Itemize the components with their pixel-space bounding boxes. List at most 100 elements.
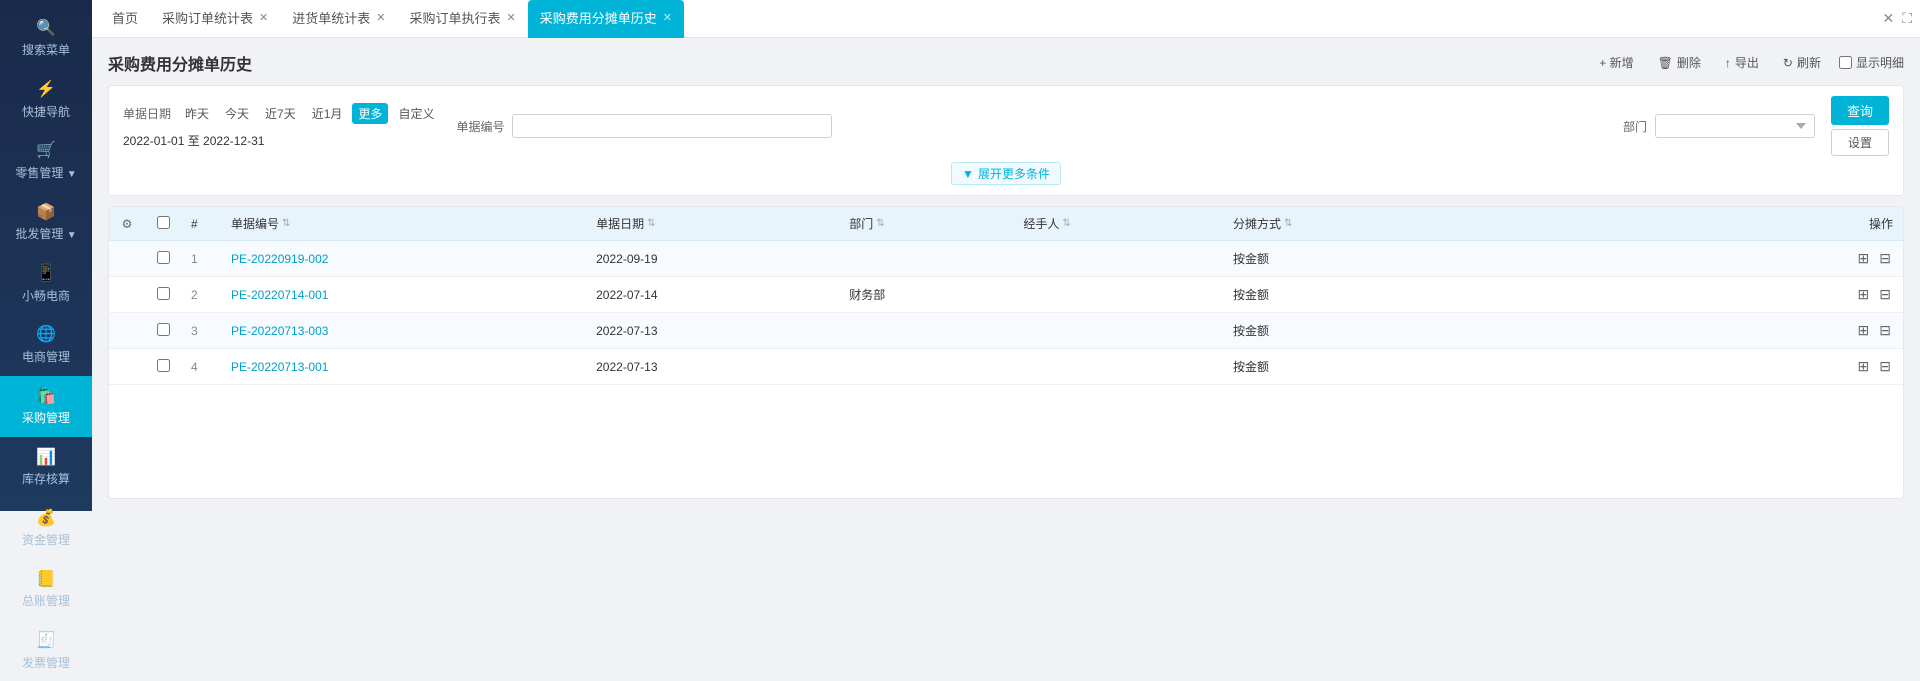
add-button[interactable]: + 新增 [1593,50,1639,75]
sidebar-item-finance[interactable]: 💰资金管理 [0,498,92,559]
select-all-checkbox[interactable] [157,216,170,229]
sidebar-item-search[interactable]: 🔍搜索菜单 [0,8,92,69]
row-ops-2: ⊞ ⊟ [1823,313,1903,349]
doc-num-label: 单据编号 [456,118,504,135]
table-body: 1 PE-20220919-002 2022-09-19 按金额 ⊞ ⊟ 2 P… [109,241,1903,385]
date-more[interactable]: 更多 [352,103,388,124]
row-checkbox-1[interactable] [145,277,181,313]
maximize-button[interactable]: ⛶ [1902,10,1912,27]
row-more-btn-1[interactable]: ⊟ [1877,284,1893,305]
sidebar-item-inventory[interactable]: 📊库存核算 [0,437,92,498]
row-doc-no-2[interactable]: PE-20220713-003 [221,313,586,349]
dept-sort-icon: ⇅ [876,218,884,229]
row-gear-0 [109,241,145,277]
tab-purchase-cost[interactable]: 采购费用分摊单历史 ✕ [528,0,684,38]
row-handler-2 [1013,313,1223,349]
sidebar-item-ledger[interactable]: 📒总账管理 [0,559,92,620]
tab-bar: 首页采购订单统计表✕进货单统计表✕采购订单执行表✕采购费用分摊单历史✕ ✕ ⛶ [92,0,1920,38]
tab-close-purchase-order-exec[interactable]: ✕ [507,11,516,24]
filter-actions: 查询 设置 [1831,96,1889,156]
row-doc-date-2: 2022-07-13 [586,313,839,349]
date-options: 昨天 今天 近7天 近1月 更多 自定义 [179,103,440,124]
sidebar-item-invoice[interactable]: 🧾发票管理 [0,620,92,681]
dept-label: 部门 [1623,118,1647,135]
row-view-btn-3[interactable]: ⊞ [1856,356,1872,377]
row-dept-1: 财务部 [839,277,1013,313]
tab-close-purchase-cost[interactable]: ✕ [663,11,672,24]
sidebar-item-wholesale[interactable]: 📦批发管理 ▼ [0,192,92,253]
sidebar-item-purchase[interactable]: 🛍️采购管理 [0,376,92,437]
row-dept-0 [839,241,1013,277]
sidebar-item-mobile[interactable]: 📱小畅电商 [0,253,92,314]
doc-num-filter: 单据编号 [456,114,1607,138]
row-num-0: 1 [181,241,221,277]
sidebar-item-ecommerce[interactable]: 🌐电商管理 [0,314,92,375]
table-row: 3 PE-20220713-003 2022-07-13 按金额 ⊞ ⊟ [109,313,1903,349]
tab-purchase-order-stat[interactable]: 采购订单统计表✕ [150,0,280,38]
row-view-btn-1[interactable]: ⊞ [1856,284,1872,305]
dept-filter: 部门 财务部 销售部 采购部 [1623,114,1815,138]
refresh-icon: ↻ [1783,56,1793,70]
row-check-0[interactable] [157,251,170,264]
row-check-2[interactable] [157,323,170,336]
date-range-display[interactable]: 2022-01-01 至 2022-12-31 [123,132,440,149]
row-view-btn-2[interactable]: ⊞ [1856,320,1872,341]
row-doc-no-0[interactable]: PE-20220919-002 [221,241,586,277]
row-more-btn-2[interactable]: ⊟ [1877,320,1893,341]
show-columns-checkbox[interactable] [1839,56,1852,69]
tab-close-stock-stat[interactable]: ✕ [376,11,385,24]
show-columns-toggle[interactable]: 显示明细 [1839,54,1904,71]
tab-purchase-order-exec[interactable]: 采购订单执行表✕ [397,0,527,38]
dept-column-header[interactable]: 部门 ⇅ [839,207,1013,241]
date-1month[interactable]: 近1月 [306,103,349,124]
expand-more-button[interactable]: ▼ 展开更多条件 [951,162,1061,185]
split-method-column-header[interactable]: 分摊方式 ⇅ [1223,207,1823,241]
data-table-wrap: ⚙ # 单据编号 ⇅ 单据日期 [108,206,1904,499]
tab-label-stock-stat: 进货单统计表 [292,8,370,27]
mobile-icon: 📱 [4,263,88,285]
settings-button[interactable]: 设置 [1831,129,1889,156]
row-ops-1: ⊞ ⊟ [1823,277,1903,313]
date-custom[interactable]: 自定义 [392,103,440,124]
query-button[interactable]: 查询 [1831,96,1889,125]
export-button[interactable]: ↑ 导出 [1719,50,1765,75]
date-7days[interactable]: 近7天 [259,103,302,124]
tab-home[interactable]: 首页 [100,0,150,38]
date-today[interactable]: 今天 [219,103,255,124]
tab-label-purchase-cost: 采购费用分摊单历史 [540,8,657,27]
gear-column-header[interactable]: ⚙ [109,207,145,241]
row-checkbox-0[interactable] [145,241,181,277]
row-doc-no-3[interactable]: PE-20220713-001 [221,349,586,385]
invoice-icon: 🧾 [4,630,88,652]
row-doc-date-1: 2022-07-14 [586,277,839,313]
row-more-btn-3[interactable]: ⊟ [1877,356,1893,377]
doc-no-column-header[interactable]: 单据编号 ⇅ [221,207,586,241]
doc-date-column-header[interactable]: 单据日期 ⇅ [586,207,839,241]
row-gear-3 [109,349,145,385]
row-checkbox-3[interactable] [145,349,181,385]
row-doc-no-1[interactable]: PE-20220714-001 [221,277,586,313]
row-checkbox-2[interactable] [145,313,181,349]
close-button[interactable]: ✕ [1882,10,1894,27]
dept-select[interactable]: 财务部 销售部 采购部 [1655,114,1815,138]
row-check-1[interactable] [157,287,170,300]
refresh-button[interactable]: ↻ 刷新 [1777,50,1827,75]
row-view-btn-0[interactable]: ⊞ [1856,248,1872,269]
row-check-3[interactable] [157,359,170,372]
handler-column-header[interactable]: 经手人 ⇅ [1013,207,1223,241]
sidebar-item-retail[interactable]: 🛒零售管理 ▼ [0,130,92,191]
doc-num-input[interactable] [512,114,832,138]
retail-icon: 🛒 [4,140,88,162]
sidebar-item-quicknav[interactable]: ⚡快捷导航 [0,69,92,130]
doc-no-sort-icon: ⇅ [282,218,290,229]
row-ops-3: ⊞ ⊟ [1823,349,1903,385]
tab-stock-stat[interactable]: 进货单统计表 ✕ [280,0,397,38]
tab-close-purchase-order-stat[interactable]: ✕ [259,11,268,24]
row-handler-0 [1013,241,1223,277]
delete-button[interactable]: 🗑 删除 [1652,50,1707,75]
row-gear-2 [109,313,145,349]
row-handler-3 [1013,349,1223,385]
checkbox-column-header [145,207,181,241]
row-more-btn-0[interactable]: ⊟ [1877,248,1893,269]
date-yesterday[interactable]: 昨天 [179,103,215,124]
